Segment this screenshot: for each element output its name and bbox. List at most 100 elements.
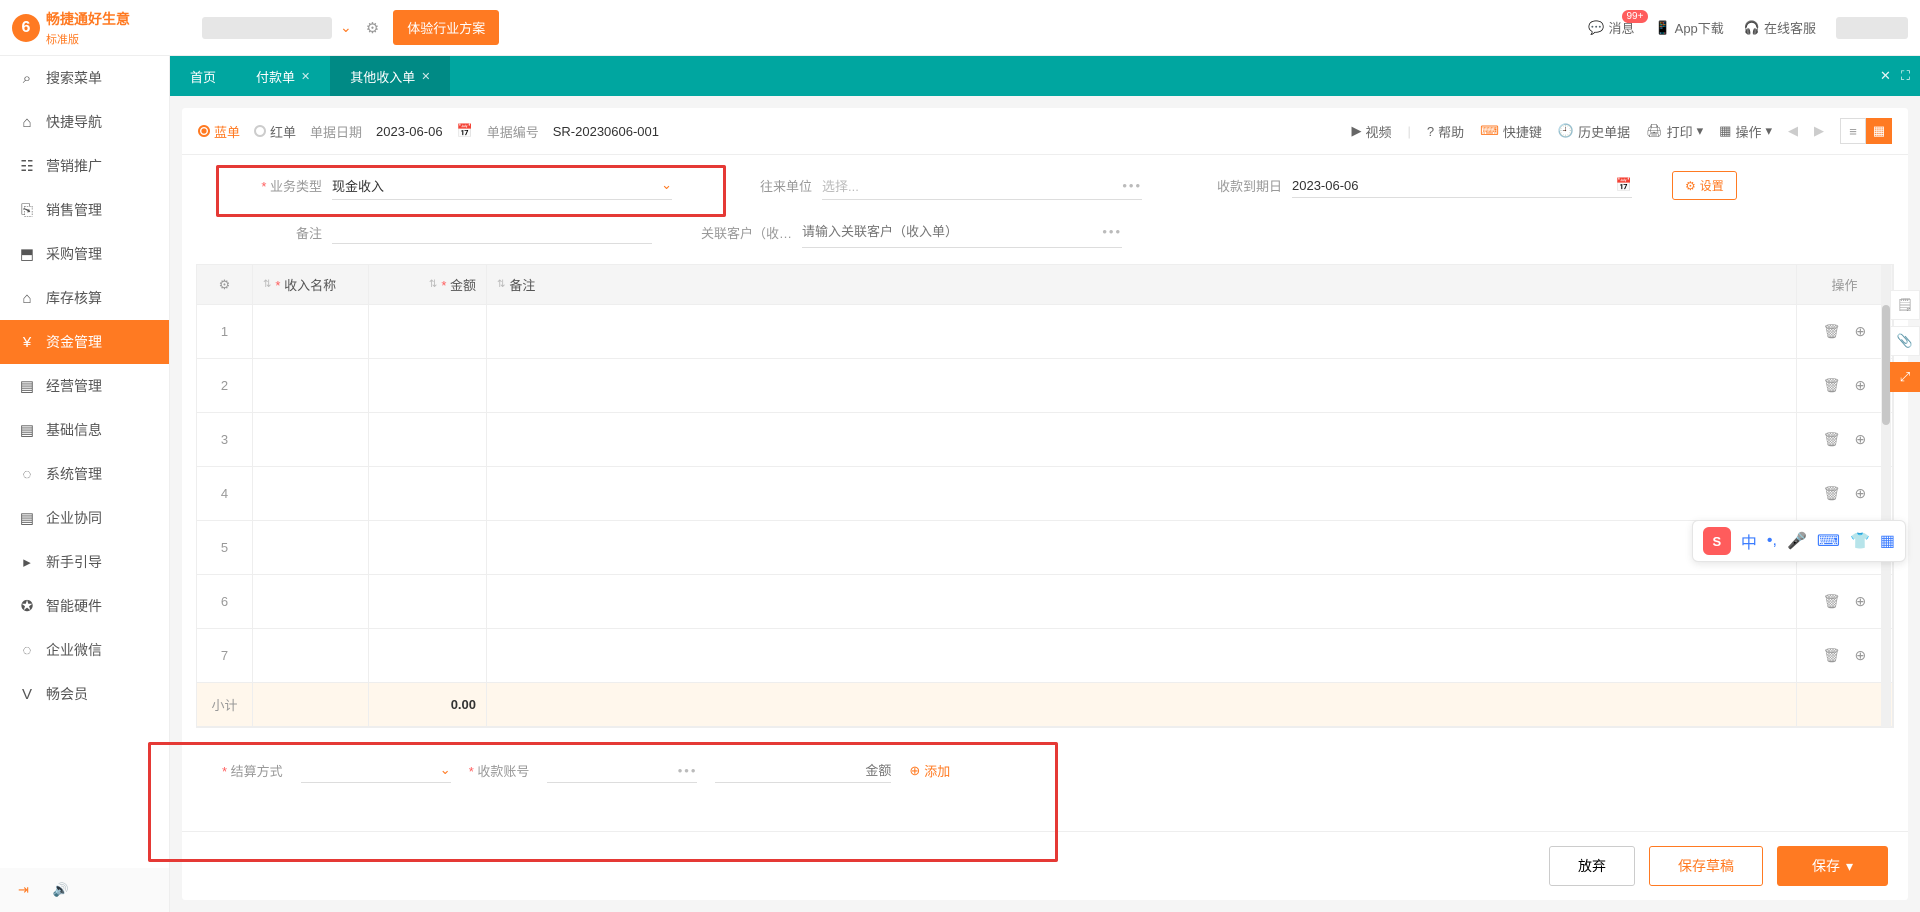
cell-income-name[interactable]	[253, 629, 369, 682]
cell-amount[interactable]	[369, 467, 487, 520]
delete-row-icon[interactable]: 🗑	[1823, 323, 1841, 340]
cell-remark[interactable]	[487, 305, 1797, 358]
sidebar-item-12[interactable]: ✪智能硬件	[0, 584, 169, 628]
cell-income-name[interactable]	[253, 467, 369, 520]
actions-link[interactable]: ▦操作▾	[1719, 122, 1772, 141]
copy-row-icon[interactable]: ⊕	[1855, 647, 1867, 664]
table-row[interactable]: 7🗑⊕	[197, 629, 1893, 683]
ime-punct-icon[interactable]: •,	[1767, 532, 1777, 550]
calendar-icon[interactable]: 📅	[457, 123, 473, 139]
collapse-icon[interactable]: ⇥	[18, 882, 29, 898]
copy-row-icon[interactable]: ⊕	[1855, 323, 1867, 340]
more-icon[interactable]: •••	[1102, 224, 1122, 239]
save-draft-button[interactable]: 保存草稿	[1649, 846, 1763, 886]
tab-2[interactable]: 其他收入单✕	[330, 56, 450, 96]
next-doc-icon[interactable]: ▶	[1814, 123, 1824, 139]
cell-remark[interactable]	[487, 629, 1797, 682]
cell-amount[interactable]	[369, 305, 487, 358]
cell-amount[interactable]	[369, 629, 487, 682]
table-settings-icon[interactable]: ⚙	[197, 265, 253, 304]
copy-row-icon[interactable]: ⊕	[1855, 593, 1867, 610]
radio-red[interactable]: 红单	[254, 122, 296, 141]
dock-expand-icon[interactable]: ⤢	[1890, 362, 1920, 392]
remark-input[interactable]	[332, 220, 652, 244]
user-avatar[interactable]	[1836, 17, 1908, 39]
table-row[interactable]: 6🗑⊕	[197, 575, 1893, 629]
cell-income-name[interactable]	[253, 305, 369, 358]
sort-icon[interactable]: ⇅	[429, 279, 437, 290]
ime-skin-icon[interactable]: 👕	[1850, 531, 1870, 551]
help-link[interactable]: ?帮助	[1427, 122, 1464, 141]
more-icon[interactable]: •••	[1122, 178, 1142, 193]
dock-note-icon[interactable]: 🗒	[1890, 290, 1920, 320]
shortcut-link[interactable]: ⌨快捷键	[1480, 122, 1542, 141]
video-link[interactable]: ▶视频	[1351, 122, 1391, 141]
sound-icon[interactable]: 🔊	[53, 882, 69, 898]
ime-keyboard-icon[interactable]: ⌨	[1817, 531, 1840, 551]
due-date-input[interactable]: 2023-06-06 📅	[1292, 173, 1632, 198]
discard-button[interactable]: 放弃	[1549, 846, 1635, 886]
unit-select[interactable]: 选择... •••	[822, 172, 1142, 200]
copy-row-icon[interactable]: ⊕	[1855, 377, 1867, 394]
delete-row-icon[interactable]: 🗑	[1823, 377, 1841, 394]
table-row[interactable]: 2🗑⊕	[197, 359, 1893, 413]
add-settle-button[interactable]: ⊕添加	[909, 761, 950, 780]
customer-select[interactable]: •••	[802, 216, 1122, 248]
cell-amount[interactable]	[369, 575, 487, 628]
cell-income-name[interactable]	[253, 359, 369, 412]
history-link[interactable]: 🕘历史单据	[1558, 122, 1630, 141]
view-card-icon[interactable]: ▦	[1866, 118, 1892, 144]
sidebar-item-5[interactable]: ⌂库存核算	[0, 276, 169, 320]
try-industry-button[interactable]: 体验行业方案	[393, 10, 499, 45]
delete-row-icon[interactable]: 🗑	[1823, 431, 1841, 448]
table-row[interactable]: 3🗑⊕	[197, 413, 1893, 467]
tab-close-all-icon[interactable]: ✕	[1880, 68, 1891, 84]
sort-icon[interactable]: ⇅	[263, 279, 271, 290]
table-row[interactable]: 1🗑⊕	[197, 305, 1893, 359]
sidebar-item-14[interactable]: V畅会员	[0, 672, 169, 716]
biztype-select[interactable]: 现金收入 ⌄	[332, 172, 672, 200]
cell-amount[interactable]	[369, 359, 487, 412]
settle-method-select[interactable]: ⌄	[301, 758, 451, 783]
prev-doc-icon[interactable]: ◀	[1788, 123, 1798, 139]
fullscreen-icon[interactable]: ⛶	[1901, 68, 1910, 84]
app-download-link[interactable]: 📱 App下载	[1654, 18, 1723, 37]
close-icon[interactable]: ✕	[421, 70, 430, 83]
cell-remark[interactable]	[487, 359, 1797, 412]
view-list-icon[interactable]: ≡	[1840, 118, 1866, 144]
gear-icon[interactable]: ⚙	[366, 19, 379, 37]
sort-icon[interactable]: ⇅	[497, 279, 505, 290]
save-button[interactable]: 保存▾	[1777, 846, 1888, 886]
cell-remark[interactable]	[487, 575, 1797, 628]
doc-date-value[interactable]: 2023-06-06	[376, 124, 443, 139]
cell-remark[interactable]	[487, 521, 1797, 574]
tab-0[interactable]: 首页	[170, 56, 236, 96]
settle-amount-input[interactable]	[715, 759, 891, 783]
messages-link[interactable]: 💬 消息 99+	[1588, 18, 1634, 37]
more-icon[interactable]: •••	[678, 763, 698, 778]
table-row[interactable]: 4🗑⊕	[197, 467, 1893, 521]
ime-mic-icon[interactable]: 🎤	[1787, 531, 1807, 551]
copy-row-icon[interactable]: ⊕	[1855, 431, 1867, 448]
settle-account-select[interactable]: •••	[547, 759, 697, 783]
sidebar-item-6[interactable]: ¥资金管理	[0, 320, 169, 364]
ime-toolbar[interactable]: S 中 •, 🎤 ⌨ 👕 ▦	[1692, 520, 1906, 562]
radio-blue[interactable]: 蓝单	[198, 122, 240, 141]
sidebar-item-8[interactable]: ▤基础信息	[0, 408, 169, 452]
delete-row-icon[interactable]: 🗑	[1823, 647, 1841, 664]
table-row[interactable]: 5🗑⊕	[197, 521, 1893, 575]
tab-1[interactable]: 付款单✕	[236, 56, 330, 96]
scroll-thumb[interactable]	[1882, 305, 1890, 425]
cell-amount[interactable]	[369, 413, 487, 466]
delete-row-icon[interactable]: 🗑	[1823, 593, 1841, 610]
cell-amount[interactable]	[369, 521, 487, 574]
sidebar-item-0[interactable]: ⌕搜索菜单	[0, 56, 169, 100]
sidebar-item-10[interactable]: ▤企业协同	[0, 496, 169, 540]
cell-remark[interactable]	[487, 413, 1797, 466]
sidebar-item-2[interactable]: ☷营销推广	[0, 144, 169, 188]
sidebar-item-1[interactable]: ⌂快捷导航	[0, 100, 169, 144]
sidebar-item-9[interactable]: ◌系统管理	[0, 452, 169, 496]
ime-lang[interactable]: 中	[1741, 529, 1757, 553]
print-link[interactable]: 🖨打印▾	[1646, 122, 1703, 141]
customer-service-link[interactable]: 🎧 在线客服	[1744, 18, 1816, 37]
